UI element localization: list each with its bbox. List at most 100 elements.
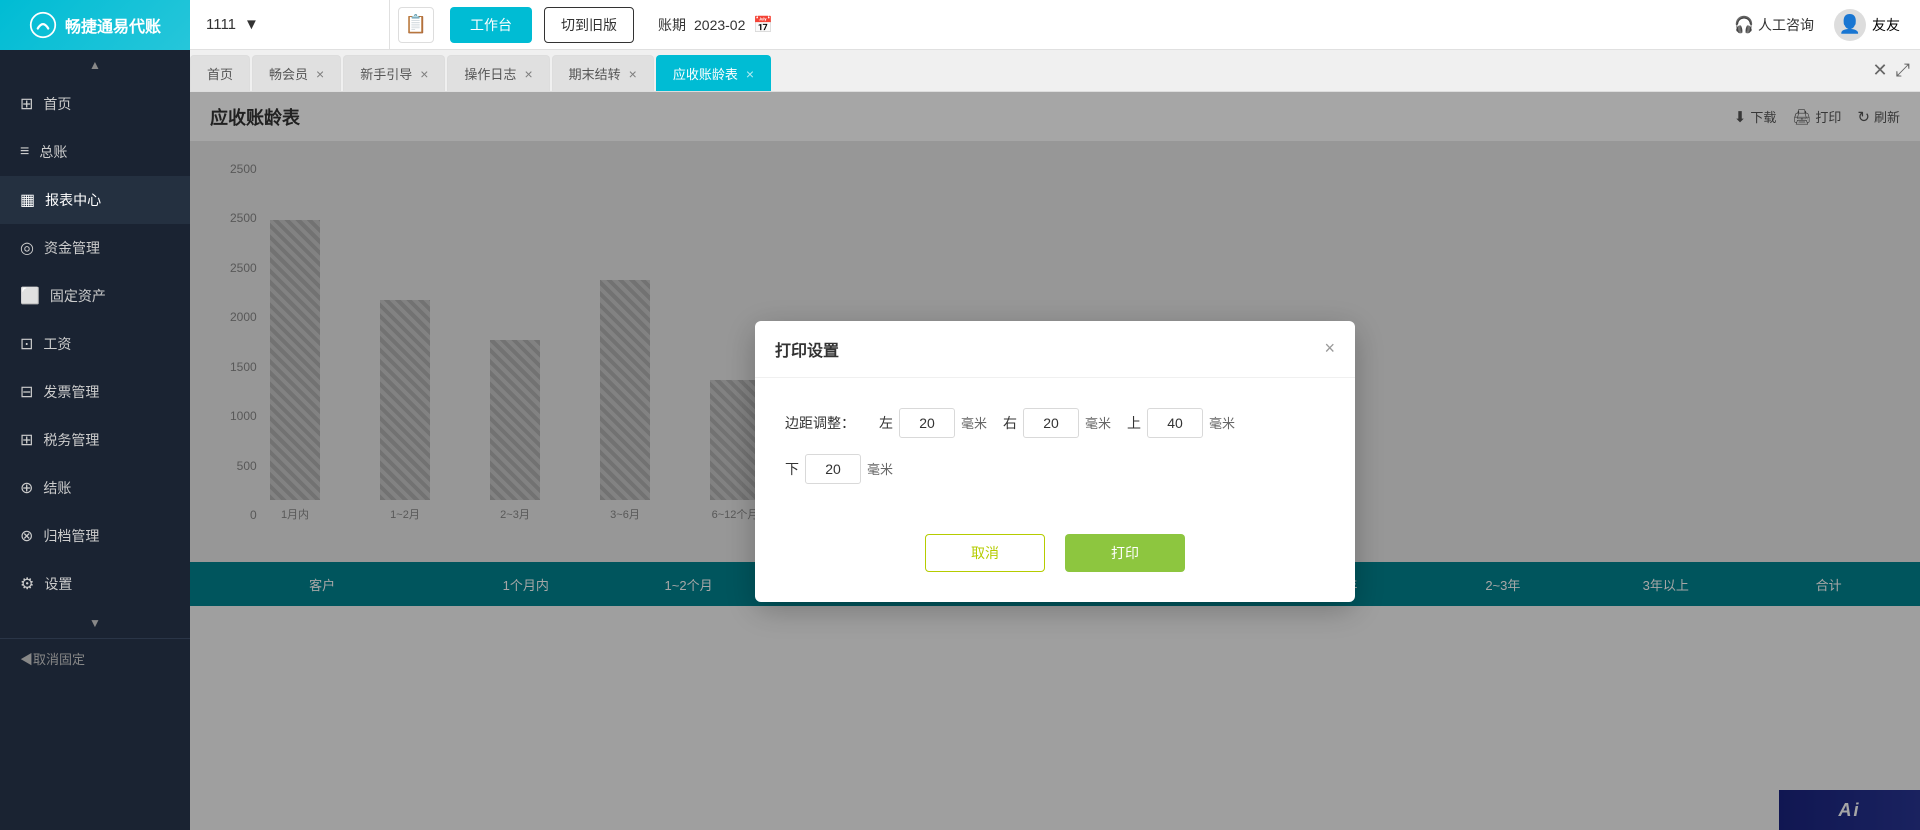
margin-right-item: 右 毫米: [1003, 408, 1111, 438]
switch-old-button[interactable]: 切到旧版: [544, 7, 634, 43]
calendar-icon-btn[interactable]: 📋: [398, 7, 434, 43]
tab-guide[interactable]: 新手引导 ×: [343, 55, 445, 91]
tab-home[interactable]: 首页: [190, 55, 250, 91]
print-settings-modal: 打印设置 × 边距调整： 左 毫米 右: [755, 321, 1355, 602]
margin-left-input[interactable]: [899, 408, 955, 438]
margin-row: 边距调整： 左 毫米 右 毫米: [785, 408, 1325, 484]
sidebar-item-tax[interactable]: ⊞ 税务管理: [0, 416, 190, 464]
tab-log[interactable]: 操作日志 ×: [447, 55, 549, 91]
headset-icon: 🎧: [1734, 15, 1754, 35]
top-header: 畅捷通易代账 1111 ▼ 📋 工作台 切到旧版 账期 2023-02 📅 🎧 …: [0, 0, 1920, 50]
sidebar-scroll-down[interactable]: ▼: [0, 608, 190, 638]
margin-right-label: 右: [1003, 413, 1017, 433]
logo-area: 畅捷通易代账: [0, 0, 190, 50]
sidebar-item-assets[interactable]: ⬜ 固定资产: [0, 272, 190, 320]
modal-body: 边距调整： 左 毫米 右 毫米: [755, 378, 1355, 514]
tab-bar: 首页 畅会员 × 新手引导 × 操作日志 × 期末结转 × 应收账龄表 ×: [190, 50, 1920, 92]
modal-title: 打印设置: [775, 337, 839, 361]
tab-aging[interactable]: 应收账龄表 ×: [656, 55, 771, 91]
margin-left-label: 左: [879, 413, 893, 433]
sidebar-item-funds[interactable]: ◎ 资金管理: [0, 224, 190, 272]
tab-period[interactable]: 期末结转 ×: [552, 55, 654, 91]
margin-left-item: 左 毫米: [879, 408, 987, 438]
tab-guide-close[interactable]: ×: [420, 67, 428, 81]
margin-bottom-unit: 毫米: [867, 459, 893, 478]
reports-icon: ▦: [20, 190, 35, 210]
tab-bar-actions: ✕ ⤢: [1855, 50, 1920, 91]
tab-period-close[interactable]: ×: [629, 67, 637, 81]
sidebar-label-settings: 设置: [44, 574, 72, 594]
sidebar-collapse-toggle[interactable]: ◀取消固定: [0, 638, 190, 678]
tab-member[interactable]: 畅会员 ×: [252, 55, 341, 91]
modal-footer: 取消 打印: [755, 514, 1355, 602]
sidebar-label-payroll: 工资: [43, 334, 71, 354]
tab-log-close[interactable]: ×: [524, 67, 532, 81]
sidebar-item-invoice[interactable]: ⊟ 发票管理: [0, 368, 190, 416]
app-name: 畅捷通易代账: [65, 13, 161, 37]
margin-bottom-item: 下 毫米: [785, 454, 893, 484]
calendar-icon: 📋: [405, 14, 427, 35]
tab-home-label: 首页: [207, 64, 233, 83]
margin-top-input[interactable]: [1147, 408, 1203, 438]
sidebar: ▲ ⊞ 首页 ≡ 总账 ▦ 报表中心 ◎ 资金管理 ⬜ 固定资产 ⊡ 工资 ⊟ …: [0, 50, 190, 830]
sidebar-label-archive: 归档管理: [43, 526, 99, 546]
sidebar-item-close[interactable]: ⊕ 结账: [0, 464, 190, 512]
sidebar-item-reports[interactable]: ▦ 报表中心: [0, 176, 190, 224]
main-layout: ▲ ⊞ 首页 ≡ 总账 ▦ 报表中心 ◎ 资金管理 ⬜ 固定资产 ⊡ 工资 ⊟ …: [0, 50, 1920, 830]
tab-guide-label: 新手引导: [360, 64, 412, 83]
sidebar-label-reports: 报表中心: [45, 190, 101, 210]
sidebar-item-settings[interactable]: ⚙ 设置: [0, 560, 190, 608]
content-area: 首页 畅会员 × 新手引导 × 操作日志 × 期末结转 × 应收账龄表 ×: [190, 50, 1920, 830]
tab-aging-label: 应收账龄表: [673, 64, 738, 83]
sidebar-item-payroll[interactable]: ⊡ 工资: [0, 320, 190, 368]
tab-member-close[interactable]: ×: [316, 67, 324, 81]
cancel-button[interactable]: 取消: [925, 534, 1045, 572]
page-content: 应收账龄表 ⬇ 下载 🖨 打印 ↻ 刷新: [190, 92, 1920, 830]
period-area: 账期 2023-02 📅: [654, 15, 777, 35]
company-name: 1111: [206, 16, 236, 33]
margin-right-input[interactable]: [1023, 408, 1079, 438]
margin-left-unit: 毫米: [961, 413, 987, 432]
margin-right-unit: 毫米: [1085, 413, 1111, 432]
archive-icon: ⊗: [20, 526, 33, 546]
tab-log-label: 操作日志: [464, 64, 516, 83]
sidebar-label-ledger: 总账: [39, 142, 67, 162]
close-accounts-icon: ⊕: [20, 478, 33, 498]
user-area[interactable]: 👤 友友: [1834, 9, 1900, 41]
margin-top-item: 上 毫米: [1127, 408, 1235, 438]
home-icon: ⊞: [20, 94, 33, 114]
period-value: 2023-02: [694, 17, 745, 33]
modal-close-icon[interactable]: ×: [1324, 338, 1335, 359]
tab-member-label: 畅会员: [269, 64, 308, 83]
margin-top-unit: 毫米: [1209, 413, 1235, 432]
collapse-label: ◀取消固定: [20, 649, 85, 668]
margin-bottom-input[interactable]: [805, 454, 861, 484]
chevron-down-icon: ▼: [244, 16, 259, 33]
tab-period-label: 期末结转: [569, 64, 621, 83]
margin-label: 边距调整：: [785, 413, 855, 433]
modal-header: 打印设置 ×: [755, 321, 1355, 378]
settings-icon: ⚙: [20, 574, 34, 594]
payroll-icon: ⊡: [20, 334, 33, 354]
sidebar-item-archive[interactable]: ⊗ 归档管理: [0, 512, 190, 560]
period-calendar-icon[interactable]: 📅: [753, 15, 773, 35]
sidebar-label-assets: 固定资产: [50, 286, 106, 306]
tax-icon: ⊞: [20, 430, 33, 450]
consult-button[interactable]: 🎧 人工咨询: [1734, 15, 1814, 35]
sidebar-label-tax: 税务管理: [43, 430, 99, 450]
tab-maximize-icon[interactable]: ⤢: [1896, 60, 1910, 81]
confirm-print-button[interactable]: 打印: [1065, 534, 1185, 572]
sidebar-label-close: 结账: [43, 478, 71, 498]
header-right: 🎧 人工咨询 👤 友友: [1734, 9, 1920, 41]
tab-aging-close[interactable]: ×: [746, 67, 754, 81]
sidebar-item-home[interactable]: ⊞ 首页: [0, 80, 190, 128]
sidebar-item-ledger[interactable]: ≡ 总账: [0, 128, 190, 176]
workbench-button[interactable]: 工作台: [450, 7, 532, 43]
company-selector[interactable]: 1111 ▼: [190, 0, 390, 50]
sidebar-scroll-up[interactable]: ▲: [0, 50, 190, 80]
period-label: 账期: [658, 15, 686, 35]
sidebar-label-invoice: 发票管理: [43, 382, 99, 402]
sidebar-label-home: 首页: [43, 94, 71, 114]
modal-overlay: 打印设置 × 边距调整： 左 毫米 右: [190, 92, 1920, 830]
tab-close-all-icon[interactable]: ✕: [1873, 60, 1888, 81]
